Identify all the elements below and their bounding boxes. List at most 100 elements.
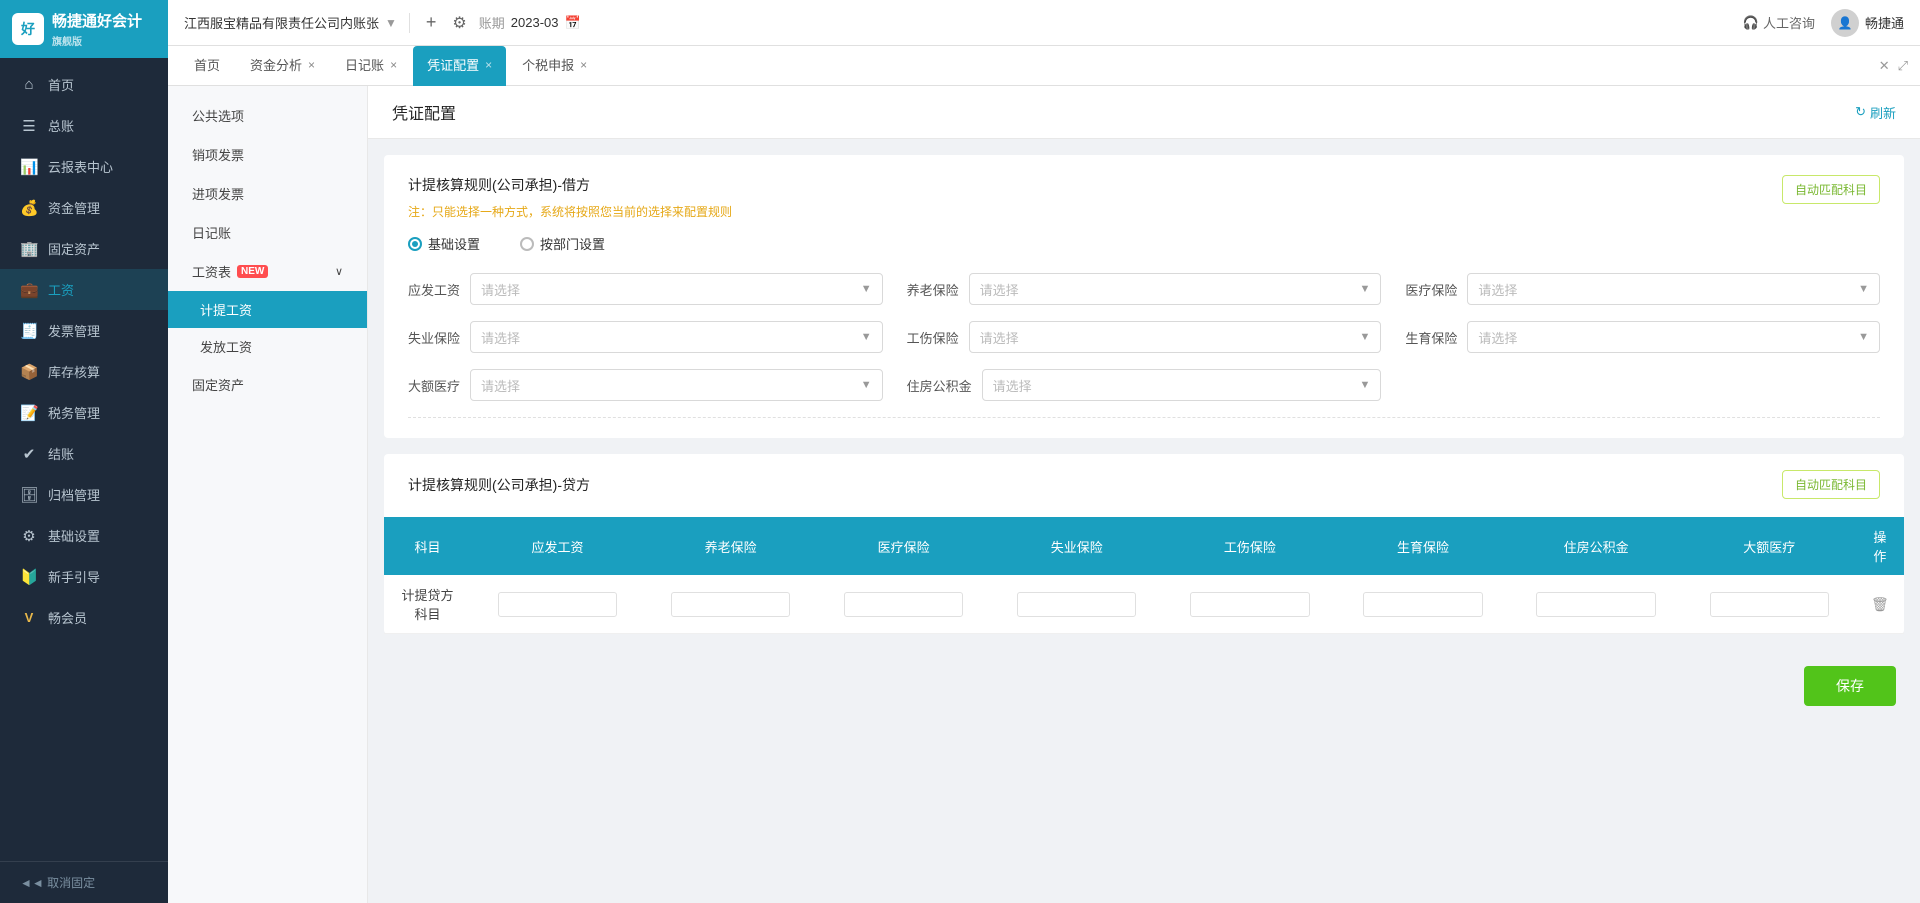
- expand-arrow-icon: ∨: [335, 265, 343, 278]
- tab-tax-label: 个税申报: [522, 55, 574, 74]
- credit-section-title: 计提核算规则(公司承担)-贷方: [408, 475, 590, 495]
- sidebar-item-ledger[interactable]: ☰ 总账: [0, 105, 168, 146]
- sidebar-item-funds[interactable]: 💰 资金管理: [0, 187, 168, 228]
- delete-row-button[interactable]: 🗑: [1871, 596, 1889, 612]
- radio-department-circle: [520, 237, 534, 251]
- radio-basic-circle: [408, 237, 422, 251]
- sidebar-item-tax[interactable]: 📝 税务管理: [0, 392, 168, 433]
- sidebar-item-settings[interactable]: ⚙ 基础设置: [0, 515, 168, 556]
- archive-icon: 🗄: [20, 486, 38, 504]
- sidebar-item-member[interactable]: V 畅会员: [0, 597, 168, 638]
- row-gross-input[interactable]: [498, 592, 617, 617]
- calendar-icon: 📅: [565, 15, 581, 31]
- tab-close-all-icon[interactable]: ✕: [1879, 58, 1890, 74]
- add-button[interactable]: +: [422, 12, 441, 33]
- page-content: 凭证配置 ↻ 刷新 计提核算规则(公司承担)-借方 注：只能选择一种方式，系统将…: [368, 86, 1920, 903]
- row-medical-input[interactable]: [844, 592, 963, 617]
- tab-journal[interactable]: 日记账 ×: [331, 46, 411, 86]
- row-large-medical-input[interactable]: [1710, 592, 1829, 617]
- salary-icon: 💼: [20, 281, 38, 299]
- service-label: 人工咨询: [1763, 13, 1815, 32]
- tab-home[interactable]: 首页: [180, 46, 234, 86]
- debit-section: 计提核算规则(公司承担)-借方 注：只能选择一种方式，系统将按照您当前的选择来配…: [384, 155, 1904, 438]
- large-medical-select[interactable]: 请选择 ▼: [470, 369, 883, 401]
- topbar-settings-icon[interactable]: ⚙: [452, 13, 466, 33]
- cancel-fixed-button[interactable]: ◄◄ 取消固定: [0, 861, 168, 903]
- credit-section-header: 计提核算规则(公司承担)-贷方 自动匹配科目: [384, 454, 1904, 517]
- sidebar-item-assets[interactable]: 🏢 固定资产: [0, 228, 168, 269]
- pension-select[interactable]: 请选择 ▼: [969, 273, 1382, 305]
- sidebar-journal[interactable]: 日记账: [168, 213, 367, 252]
- tab-tax-close[interactable]: ×: [580, 58, 587, 72]
- user-name: 畅捷通: [1865, 13, 1904, 32]
- row-pension-input[interactable]: [671, 592, 790, 617]
- tab-voucher[interactable]: 凭证配置 ×: [413, 46, 506, 86]
- pension-label: 养老保险: [907, 280, 959, 299]
- sidebar-fixed-assets[interactable]: 固定资产: [168, 365, 367, 404]
- topbar-right: 🎧 人工咨询 👤 畅捷通: [1743, 9, 1904, 37]
- row-subject-label: 计提贷方科目: [384, 575, 471, 634]
- gross-salary-select[interactable]: 请选择 ▼: [470, 273, 883, 305]
- sidebar-salary-table-label: 工资表: [192, 262, 231, 281]
- tab-funds-close[interactable]: ×: [308, 58, 315, 72]
- row-housing-input[interactable]: [1536, 592, 1655, 617]
- sidebar-salary-table[interactable]: 工资表 NEW ∨: [168, 252, 367, 291]
- member-icon: V: [20, 610, 38, 625]
- sidebar-pay-salary-label: 发放工资: [200, 340, 252, 355]
- sidebar-item-home[interactable]: ⌂ 首页: [0, 64, 168, 105]
- radio-department[interactable]: 按部门设置: [520, 234, 605, 253]
- tab-funds[interactable]: 资金分析 ×: [236, 46, 329, 86]
- section-divider: [408, 417, 1880, 418]
- app-sub: 旗舰版: [52, 33, 142, 48]
- credit-auto-match-button[interactable]: 自动匹配科目: [1782, 470, 1880, 499]
- sidebar-item-invoice[interactable]: 🧾 发票管理: [0, 310, 168, 351]
- service-button[interactable]: 🎧 人工咨询: [1743, 13, 1815, 32]
- tab-expand-icon[interactable]: ⤢: [1898, 58, 1908, 74]
- user-menu[interactable]: 👤 畅捷通: [1831, 9, 1904, 37]
- radio-basic[interactable]: 基础设置: [408, 234, 480, 253]
- unemployment-label: 失业保险: [408, 328, 460, 347]
- sidebar-item-inventory[interactable]: 📦 库存核算: [0, 351, 168, 392]
- unemployment-select[interactable]: 请选择 ▼: [470, 321, 883, 353]
- maternity-select[interactable]: 请选择 ▼: [1467, 321, 1880, 353]
- sidebar-sales[interactable]: 销项发票: [168, 135, 367, 174]
- company-selector[interactable]: 江西服宝精品有限责任公司内账张 ▼: [184, 13, 397, 32]
- topbar-divider-1: [409, 13, 410, 33]
- credit-table: 科目 应发工资 养老保险 医疗保险 失业保险 工伤保险 生育保险 住房公积金 大…: [384, 517, 1904, 634]
- tab-journal-close[interactable]: ×: [390, 58, 397, 72]
- tab-tax[interactable]: 个税申报 ×: [508, 46, 601, 86]
- sidebar-item-salary[interactable]: 💼 工资: [0, 269, 168, 310]
- field-maternity: 生育保险 请选择 ▼: [1405, 321, 1880, 353]
- assets-icon: 🏢: [20, 240, 38, 258]
- refresh-button[interactable]: ↻ 刷新: [1855, 103, 1896, 122]
- row-injury-input[interactable]: [1190, 592, 1309, 617]
- table-row: 计提贷方科目 🗑: [384, 575, 1904, 634]
- field-medical: 医疗保险 请选择 ▼: [1405, 273, 1880, 305]
- sidebar-item-cloud[interactable]: 📊 云报表中心: [0, 146, 168, 187]
- injury-select[interactable]: 请选择 ▼: [969, 321, 1382, 353]
- sidebar-purchase[interactable]: 进项发票: [168, 174, 367, 213]
- sidebar-item-settle[interactable]: ✔ 结账: [0, 433, 168, 474]
- housing-fund-select[interactable]: 请选择 ▼: [982, 369, 1382, 401]
- sidebar-public-label: 公共选项: [192, 106, 244, 125]
- sidebar-item-guide[interactable]: 🔰 新手引导: [0, 556, 168, 597]
- row-unemployment-input[interactable]: [1017, 592, 1136, 617]
- period-selector[interactable]: 账期 2023-03 📅: [479, 13, 581, 32]
- sidebar-pay-salary[interactable]: 发放工资: [168, 328, 367, 365]
- debit-auto-match-button[interactable]: 自动匹配科目: [1782, 175, 1880, 204]
- app-name: 畅捷通好会计: [52, 10, 142, 31]
- tab-voucher-close[interactable]: ×: [485, 58, 492, 72]
- tab-home-label: 首页: [194, 55, 220, 74]
- row-unemployment-input-cell: [990, 575, 1163, 634]
- content-area: 公共选项 销项发票 进项发票 日记账 工资表 NEW ∨ 计提工资 发放工资: [168, 86, 1920, 903]
- row-maternity-input[interactable]: [1363, 592, 1482, 617]
- tab-journal-label: 日记账: [345, 55, 384, 74]
- tax-icon: 📝: [20, 404, 38, 422]
- save-button[interactable]: 保存: [1804, 666, 1896, 706]
- sidebar-public[interactable]: 公共选项: [168, 96, 367, 135]
- sidebar-item-archive[interactable]: 🗄 归档管理: [0, 474, 168, 515]
- row-housing-input-cell: [1510, 575, 1683, 634]
- medical-select[interactable]: 请选择 ▼: [1467, 273, 1880, 305]
- content-sidebar: 公共选项 销项发票 进项发票 日记账 工资表 NEW ∨ 计提工资 发放工资: [168, 86, 368, 903]
- sidebar-calc-salary[interactable]: 计提工资: [168, 291, 367, 328]
